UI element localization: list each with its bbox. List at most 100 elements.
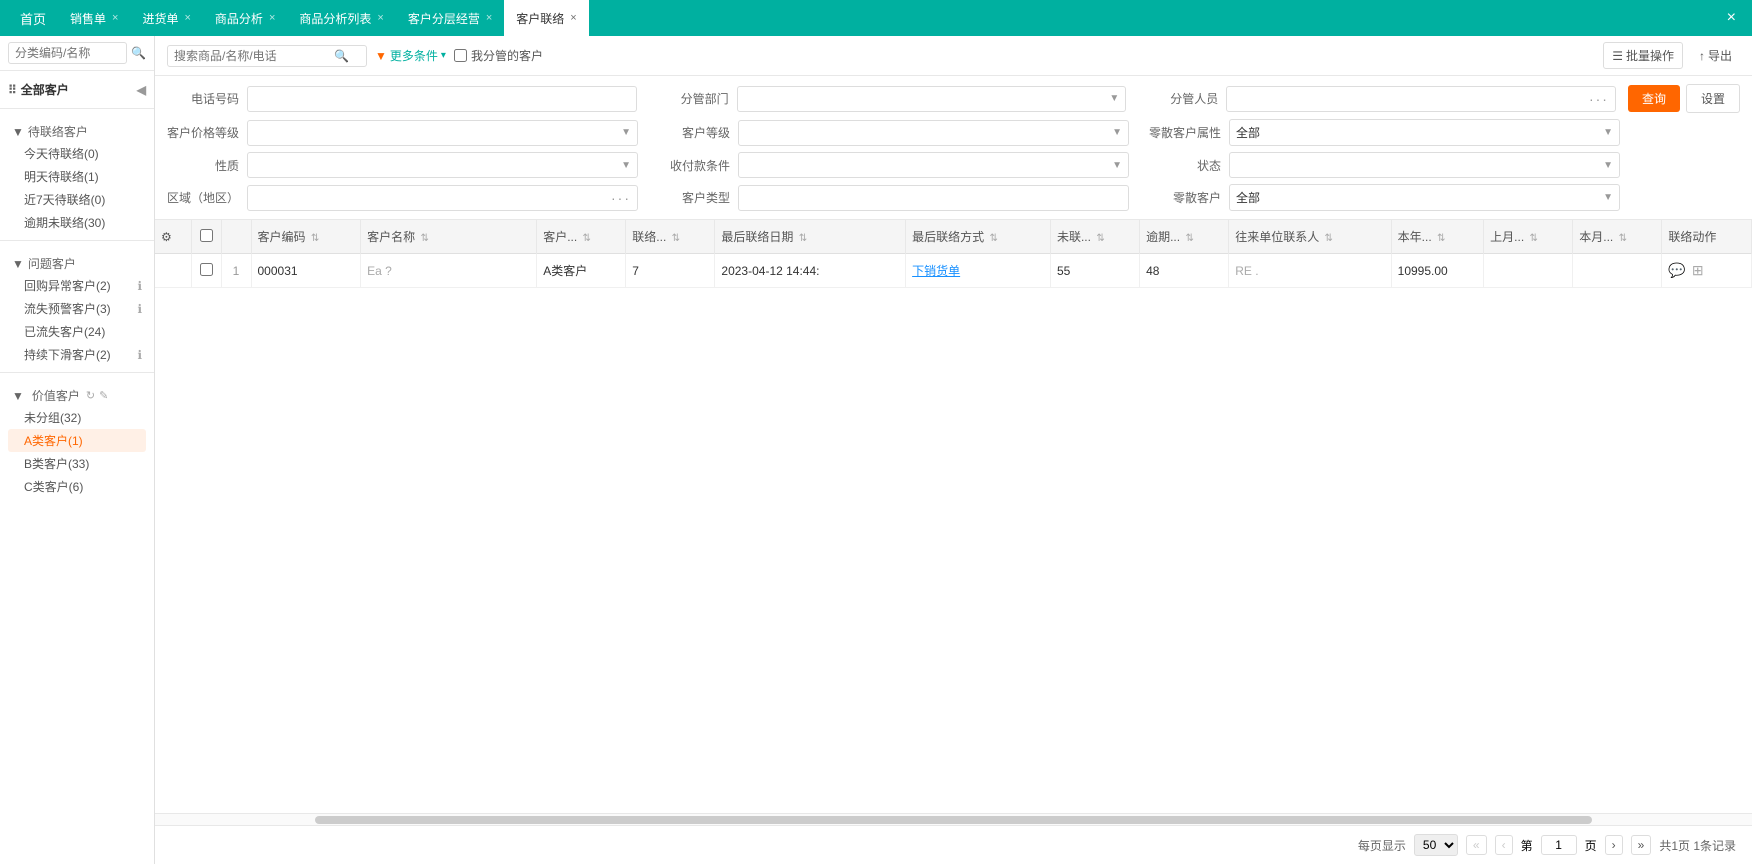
- sort-name-icon[interactable]: ⇅: [421, 233, 429, 244]
- sort-date-icon[interactable]: ⇅: [799, 233, 807, 244]
- scrollbar-thumb[interactable]: [315, 816, 1592, 824]
- col-checkbox[interactable]: [191, 220, 221, 254]
- filter-nature-select[interactable]: ▼: [247, 152, 638, 178]
- sidebar-problem-title[interactable]: ▼ 问题客户: [8, 251, 146, 274]
- row-checkbox[interactable]: [200, 263, 213, 276]
- first-page-button[interactable]: «: [1466, 835, 1487, 855]
- filter-customer-type-select[interactable]: [738, 185, 1129, 211]
- sort-overdue-icon[interactable]: ⇅: [1185, 233, 1193, 244]
- sidebar-search-icon[interactable]: 🔍: [131, 46, 146, 60]
- select-all-checkbox[interactable]: [200, 229, 213, 242]
- col-contact-count[interactable]: 联络... ⇅: [626, 220, 715, 254]
- export-button[interactable]: ↑ 导出: [1691, 43, 1740, 68]
- tab-sales[interactable]: 销售单 ×: [58, 0, 130, 36]
- sort-way-icon[interactable]: ⇅: [989, 233, 997, 244]
- close-customer-tier-tab[interactable]: ×: [486, 12, 492, 24]
- sort-class-icon[interactable]: ⇅: [583, 233, 591, 244]
- col-name[interactable]: 客户名称 ⇅: [361, 220, 537, 254]
- sidebar-value-title[interactable]: ▼ 价值客户 ↻ ✎: [8, 383, 146, 406]
- sidebar-item-overdue[interactable]: 逾期未联络(30): [8, 211, 146, 234]
- chat-icon[interactable]: 💬: [1668, 262, 1685, 279]
- page-size-select[interactable]: 50: [1414, 834, 1458, 856]
- cell-checkbox[interactable]: [191, 254, 221, 288]
- col-last-contact-way[interactable]: 最后联络方式 ⇅: [906, 220, 1051, 254]
- tab-customer-tier[interactable]: 客户分层经营 ×: [396, 0, 504, 36]
- filter-search-box[interactable]: 🔍: [167, 45, 367, 67]
- filter-customer-level-select[interactable]: ▼: [738, 120, 1129, 146]
- cell-last-contact-way[interactable]: 下销货单: [906, 254, 1051, 288]
- sort-year-icon[interactable]: ⇅: [1437, 233, 1445, 244]
- tab-analysis[interactable]: 商品分析 ×: [203, 0, 287, 36]
- sort-contact-icon[interactable]: ⇅: [672, 233, 680, 244]
- col-this-month[interactable]: 本月... ⇅: [1573, 220, 1662, 254]
- sort-unit-icon[interactable]: ⇅: [1325, 233, 1333, 244]
- tab-purchase[interactable]: 进货单 ×: [130, 0, 202, 36]
- filter-region-select[interactable]: ···: [247, 185, 638, 211]
- global-close-button[interactable]: ×: [1719, 9, 1744, 27]
- col-last-month[interactable]: 上月... ⇅: [1484, 220, 1573, 254]
- content-area: 🔍 ▼ 更多条件 ▾ 我分管的客户 ☰ 批量操作 ↑ 导出: [155, 36, 1752, 864]
- grid-icon[interactable]: ⊞: [1692, 262, 1704, 279]
- filter-search-icon[interactable]: 🔍: [334, 49, 349, 63]
- my-customers-checkbox-area[interactable]: 我分管的客户: [454, 47, 543, 64]
- close-purchase-tab[interactable]: ×: [184, 12, 190, 24]
- sidebar-collapse-icon[interactable]: ◀: [137, 83, 146, 97]
- last-page-button[interactable]: »: [1631, 835, 1652, 855]
- col-last-contact-date[interactable]: 最后联络日期 ⇅: [715, 220, 906, 254]
- close-sales-tab[interactable]: ×: [112, 12, 118, 24]
- tab-customer-contact[interactable]: 客户联络 ×: [504, 0, 588, 36]
- refresh-icon[interactable]: ↻: [86, 389, 95, 402]
- prev-page-button[interactable]: ‹: [1495, 835, 1513, 855]
- my-customers-checkbox[interactable]: [454, 49, 467, 62]
- col-no-contact[interactable]: 未联... ⇅: [1050, 220, 1139, 254]
- sidebar-item-tomorrow[interactable]: 明天待联络(1): [8, 165, 146, 188]
- scroll-area[interactable]: [155, 813, 1752, 825]
- filter-retail-select[interactable]: 全部 ▼: [1229, 184, 1620, 211]
- sidebar-item-lost[interactable]: 已流失客户(24): [8, 320, 146, 343]
- sidebar-item-loss-risk[interactable]: 流失预警客户(3) ℹ: [8, 297, 146, 320]
- col-unit-contact[interactable]: 往来单位联系人 ⇅: [1229, 220, 1391, 254]
- page-number-input[interactable]: [1541, 835, 1577, 855]
- filter-search-input[interactable]: [174, 49, 334, 63]
- sidebar-value-section: ▼ 价值客户 ↻ ✎ 未分组(32) A类客户(1) B类客户(33) C类客户…: [0, 377, 154, 500]
- sidebar-item-continuous[interactable]: 持续下滑客户(2) ℹ: [8, 343, 146, 366]
- sidebar-all-customers-header[interactable]: ⠿ 全部客户 ◀: [8, 77, 146, 102]
- next-page-button[interactable]: ›: [1605, 835, 1623, 855]
- sidebar-item-class-a[interactable]: A类客户(1): [8, 429, 146, 452]
- col-settings[interactable]: ⚙: [155, 220, 191, 254]
- filter-price-tier-select[interactable]: ▼: [247, 120, 638, 146]
- close-analysis-list-tab[interactable]: ×: [377, 12, 383, 24]
- sidebar-pending-title[interactable]: ▼ 待联络客户: [8, 119, 146, 142]
- col-this-year[interactable]: 本年... ⇅: [1391, 220, 1484, 254]
- col-code[interactable]: 客户编码 ⇅: [251, 220, 361, 254]
- sort-no-contact-icon[interactable]: ⇅: [1096, 233, 1104, 244]
- nav-home[interactable]: 首页: [8, 9, 58, 28]
- edit-icon[interactable]: ✎: [99, 389, 108, 402]
- sort-this-month-icon[interactable]: ⇅: [1619, 233, 1627, 244]
- sidebar-item-today[interactable]: 今天待联络(0): [8, 142, 146, 165]
- filter-dept-select[interactable]: ▼: [737, 86, 1127, 112]
- filter-person-select[interactable]: ···: [1226, 86, 1616, 112]
- filter-retail-attr-select[interactable]: 全部 ▼: [1229, 119, 1620, 146]
- sidebar-item-recent7[interactable]: 近7天待联络(0): [8, 188, 146, 211]
- filter-more-button[interactable]: ▼ 更多条件 ▾: [375, 47, 446, 64]
- tab-analysis-list[interactable]: 商品分析列表 ×: [287, 0, 395, 36]
- sidebar-search-input[interactable]: [8, 42, 127, 64]
- sort-last-month-icon[interactable]: ⇅: [1530, 233, 1538, 244]
- filter-phone-input[interactable]: [247, 86, 637, 112]
- filter-payment-select[interactable]: ▼: [738, 152, 1129, 178]
- sidebar-item-class-b[interactable]: B类客户(33): [8, 452, 146, 475]
- sidebar-item-class-c[interactable]: C类客户(6): [8, 475, 146, 498]
- settings-button[interactable]: 设置: [1686, 84, 1740, 113]
- col-overdue[interactable]: 逾期... ⇅: [1140, 220, 1229, 254]
- close-customer-contact-tab[interactable]: ×: [570, 12, 576, 24]
- batch-ops-button[interactable]: ☰ 批量操作: [1603, 42, 1683, 69]
- info-icon-loss: ℹ: [137, 302, 142, 316]
- sidebar-item-repeat-abnormal[interactable]: 回购异常客户(2) ℹ: [8, 274, 146, 297]
- sidebar-item-unclassified[interactable]: 未分组(32): [8, 406, 146, 429]
- query-button[interactable]: 查询: [1628, 85, 1680, 112]
- col-customer-class[interactable]: 客户... ⇅: [537, 220, 626, 254]
- close-analysis-tab[interactable]: ×: [269, 12, 275, 24]
- sort-code-icon[interactable]: ⇅: [311, 233, 319, 244]
- filter-status-select[interactable]: ▼: [1229, 152, 1620, 178]
